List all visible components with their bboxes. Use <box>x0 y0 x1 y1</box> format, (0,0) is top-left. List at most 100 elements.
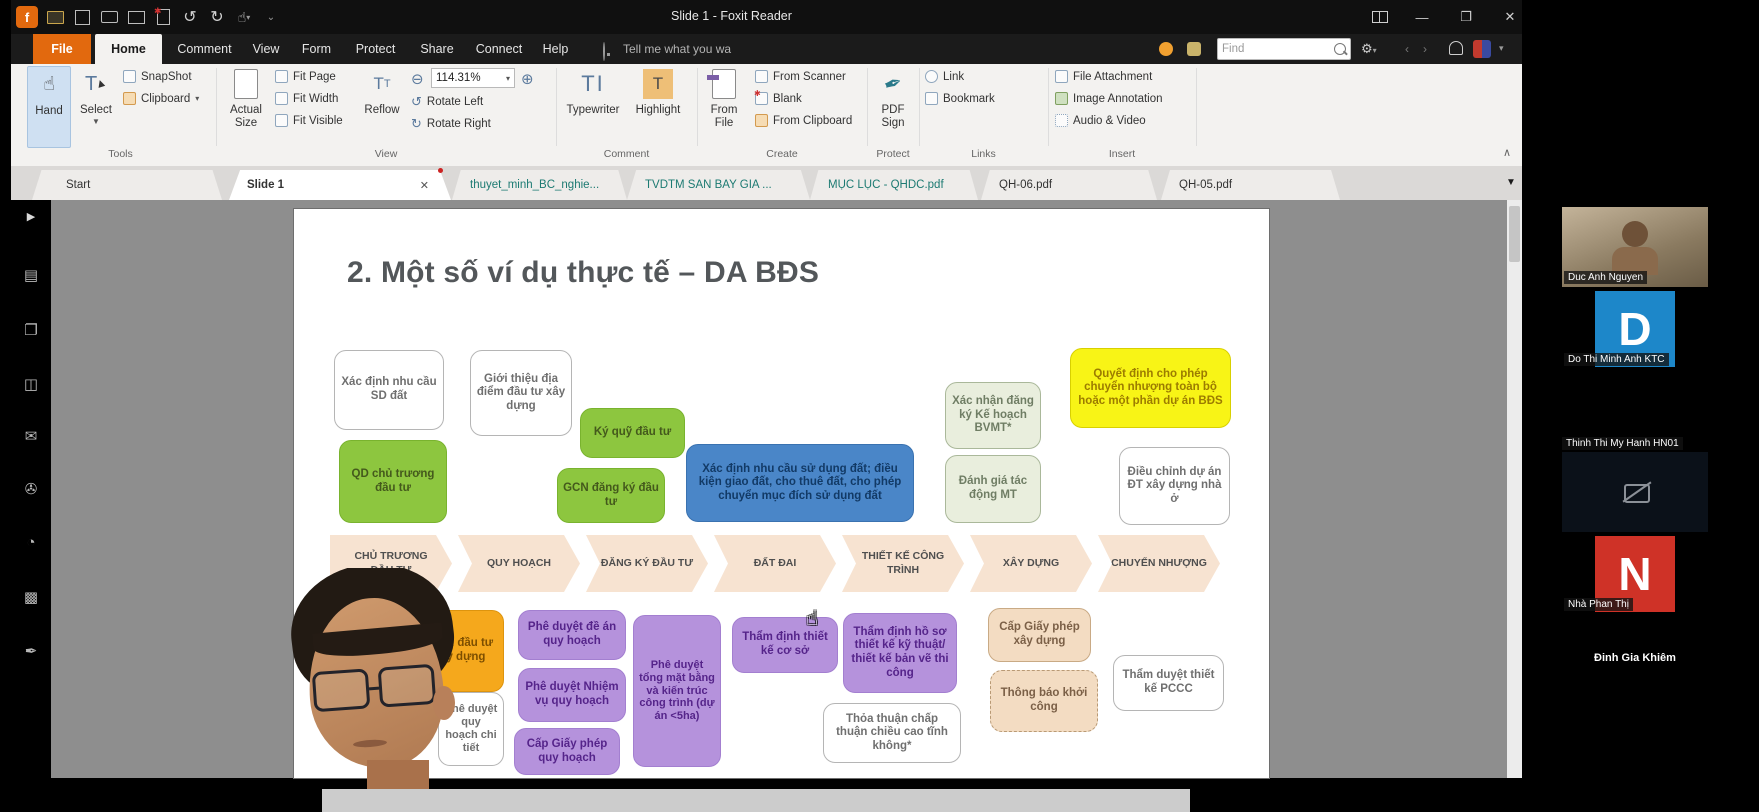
tab-overflow-icon[interactable]: ▼ <box>1506 177 1516 188</box>
image-annotation-button[interactable]: Image Annotation <box>1055 92 1163 105</box>
bookmark-button[interactable]: Bookmark <box>925 92 995 105</box>
webcam-overlay <box>283 568 525 812</box>
clipboard-button[interactable]: Clipboard ▾ <box>123 92 199 105</box>
flow-box-p10: Thông báo khởi công <box>990 670 1098 732</box>
vertical-scrollbar[interactable] <box>1507 200 1522 778</box>
account-avatar[interactable] <box>1473 40 1491 58</box>
participant-tile[interactable]: Duc Anh Nguyen <box>1562 207 1708 287</box>
document-tab-3[interactable]: thuyet_minh_BC_nghie... <box>452 170 627 200</box>
signature-panel-icon[interactable]: ✒ <box>11 642 51 660</box>
layers-panel-icon[interactable]: ◫ <box>11 375 51 393</box>
flow-stage-chevron: CHUYỂN NHƯỢNG <box>1098 535 1220 592</box>
minimize-button[interactable]: — <box>1405 0 1439 34</box>
find-box[interactable]: Find <box>1217 38 1351 60</box>
rotate-left-button[interactable]: ↺ Rotate Left <box>411 94 483 110</box>
fit-visible-button[interactable]: Fit Visible <box>275 114 343 127</box>
gear-icon[interactable]: ⚙▾ <box>1361 41 1377 57</box>
fit-page-icon <box>275 70 288 83</box>
status-dot-icon <box>1159 42 1173 56</box>
customize-toolbar-icon[interactable]: ⌄ <box>260 6 282 28</box>
flow-box-b7: Xác nhận đăng ký Kế hoạch BVMT* <box>945 382 1041 449</box>
attachments-panel-icon[interactable]: ✇ <box>11 480 51 498</box>
zoom-in-icon[interactable]: ⊕ <box>521 70 534 88</box>
ribbon-group-label-comment: Comment <box>603 148 650 160</box>
audio-video-button[interactable]: Audio & Video <box>1055 114 1146 127</box>
save-icon[interactable] <box>71 6 93 28</box>
fit-page-button[interactable]: Fit Page <box>275 70 336 83</box>
comments-panel-icon[interactable]: ✉ <box>11 427 51 445</box>
document-tab-1[interactable]: Start <box>32 170 222 200</box>
actual-size-button[interactable]: Actual Size <box>221 66 271 130</box>
hand-button[interactable]: ☝ Hand <box>27 66 71 148</box>
prev-icon[interactable]: ‹ <box>1405 42 1409 56</box>
participant-tile[interactable]: D Do Thi Minh Anh KTC <box>1562 289 1708 369</box>
typewriter-button[interactable]: TI Typewriter <box>563 66 623 117</box>
zoom-level-select[interactable]: 114.31% ▾ <box>431 68 515 88</box>
fit-width-button[interactable]: Fit Width <box>275 92 338 105</box>
account-caret-icon[interactable]: ▾ <box>1499 43 1504 54</box>
document-tab-6[interactable]: QH-06.pdf <box>981 170 1157 200</box>
menu-tab-help[interactable]: Help <box>533 34 578 64</box>
open-icon[interactable] <box>44 6 66 28</box>
zoom-out-icon[interactable]: ⊖ <box>411 70 424 88</box>
print-icon[interactable] <box>98 6 120 28</box>
blank-button[interactable]: ✱ Blank <box>754 89 802 105</box>
expand-arrow-icon[interactable]: ▶ <box>11 210 51 223</box>
document-tab-2[interactable]: Slide 1 ✕ <box>229 170 451 200</box>
document-tab-5[interactable]: MỤC LỤC - QHDC.pdf <box>810 170 978 200</box>
pdf-sign-icon: ✒ <box>880 68 906 99</box>
next-icon[interactable]: › <box>1423 42 1427 56</box>
rotate-right-button[interactable]: ↻ Rotate Right <box>411 116 491 132</box>
menu-tab-protect[interactable]: Protect <box>342 34 409 64</box>
tell-me-input[interactable]: Tell me what you wa <box>623 42 731 56</box>
select-icon: T ▲ <box>84 72 109 95</box>
bookmarks-panel-icon[interactable]: ▤ <box>11 266 51 284</box>
new-document-icon[interactable]: ✱ <box>152 6 174 28</box>
menu-tab-comment[interactable]: Comment <box>168 34 241 64</box>
menu-tab-home[interactable]: Home <box>95 34 162 64</box>
clipboard-label: Clipboard <box>141 92 191 105</box>
ribbon-group-label-create: Create <box>766 148 798 160</box>
bell-icon[interactable] <box>1449 41 1463 55</box>
participant-tile[interactable]: Thinh Thi My Hanh HN01 <box>1562 437 1708 532</box>
document-tab-7[interactable]: QH-05.pdf <box>1161 170 1340 200</box>
hand-icon: ☝ <box>43 74 55 96</box>
ribbon-group-separator <box>216 68 217 146</box>
close-button[interactable]: ✕ <box>1493 0 1527 34</box>
assistant-icon[interactable] <box>1187 42 1201 56</box>
from-file-button[interactable]: From File <box>701 66 747 130</box>
ribbon-collapse-icon[interactable]: ∧ <box>1503 146 1511 159</box>
menu-tab-view[interactable]: View <box>241 34 291 64</box>
stamps-panel-icon[interactable]: ◔ <box>11 534 51 551</box>
menu-tab-form[interactable]: Form <box>291 34 342 64</box>
highlight-button[interactable]: T Highlight <box>629 66 687 117</box>
restore-button[interactable]: ❐ <box>1449 0 1483 34</box>
foxit-logo-icon[interactable]: f <box>16 6 38 28</box>
pages-panel-icon[interactable]: ❐ <box>11 321 51 339</box>
document-tab-4[interactable]: TVDTM SAN BAY GIA ... <box>627 170 810 200</box>
from-clipboard-button[interactable]: From Clipboard <box>755 114 852 127</box>
from-scanner-button[interactable]: From Scanner <box>755 70 846 83</box>
hand-tool-icon[interactable]: ☝ ▾ <box>233 6 255 28</box>
snapshot-button[interactable]: SnapShot <box>123 70 192 83</box>
security-panel-icon[interactable]: ▩ <box>11 588 51 606</box>
participant-tile[interactable]: Đinh Gia Khiêm <box>1562 616 1708 704</box>
scrollbar-thumb[interactable] <box>1509 206 1520 262</box>
tab-close-icon[interactable]: ✕ <box>420 179 429 192</box>
link-button[interactable]: Link <box>925 70 964 83</box>
email-icon[interactable] <box>125 6 147 28</box>
search-icon[interactable] <box>1334 43 1348 56</box>
pdf-sign-button[interactable]: ✒ PDF Sign <box>871 66 915 130</box>
participant-name: Đinh Gia Khiêm <box>1594 652 1676 664</box>
menu-tab-connect[interactable]: Connect <box>465 34 533 64</box>
participant-tile[interactable]: N Nhà Phan Thị <box>1562 534 1708 614</box>
participant-name: Do Thi Minh Anh KTC <box>1564 353 1669 366</box>
layout-grid-icon[interactable] <box>1363 0 1397 34</box>
undo-icon[interactable]: ↺ <box>179 6 201 28</box>
file-attachment-button[interactable]: File Attachment <box>1055 70 1152 83</box>
menu-tab-share[interactable]: Share <box>409 34 465 64</box>
reflow-button[interactable]: TT Reflow <box>359 66 405 117</box>
select-button[interactable]: T ▲ Select ▼ <box>73 66 119 158</box>
menu-tab-file[interactable]: File <box>33 34 91 64</box>
redo-icon[interactable]: ↻ <box>206 6 228 28</box>
